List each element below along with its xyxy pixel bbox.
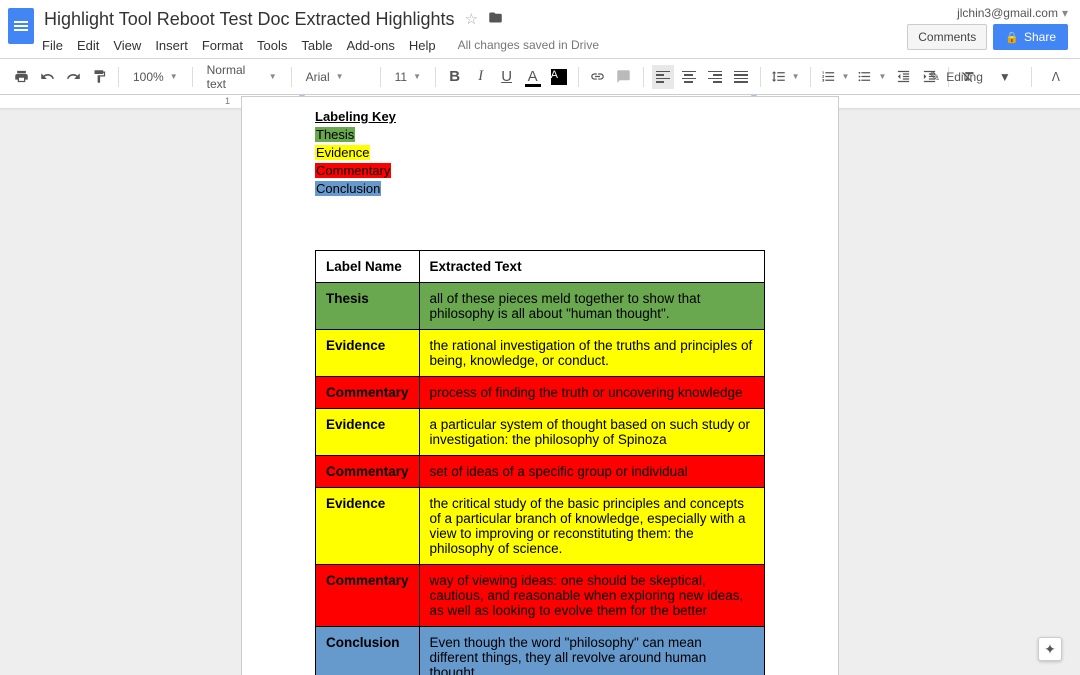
collapse-toolbar-button[interactable]: ᐱ — [1044, 66, 1068, 88]
key-label: Commentary — [315, 163, 391, 178]
chevron-down-icon: ▼ — [878, 72, 886, 81]
star-icon[interactable]: ☆ — [465, 10, 478, 28]
table-row: ConclusionEven though the word "philosop… — [316, 627, 765, 675]
row-label: Thesis — [316, 283, 420, 330]
align-left-button[interactable] — [652, 65, 674, 89]
chevron-down-icon: ▼ — [999, 70, 1011, 84]
folder-icon[interactable] — [488, 10, 503, 29]
menu-view[interactable]: View — [113, 38, 141, 53]
undo-icon[interactable] — [36, 65, 58, 89]
explore-button[interactable]: ✦ — [1038, 637, 1062, 661]
table-row: Commentaryprocess of finding the truth o… — [316, 377, 765, 409]
bold-button[interactable]: B — [444, 65, 466, 89]
comments-button[interactable]: Comments — [907, 24, 987, 50]
chevron-down-icon: ▼ — [170, 72, 178, 81]
row-text: Even though the word "philosophy" can me… — [419, 627, 764, 675]
chevron-down-icon: ▼ — [842, 72, 850, 81]
numbered-list-button[interactable]: ▼ — [819, 69, 852, 84]
comment-icon[interactable] — [613, 65, 635, 89]
line-spacing-button[interactable]: ▼ — [769, 69, 802, 84]
print-icon[interactable] — [10, 65, 32, 89]
menu-addons[interactable]: Add-ons — [346, 38, 394, 53]
row-text: way of viewing ideas: one should be skep… — [419, 565, 764, 627]
decrease-indent-button[interactable] — [892, 65, 914, 89]
table-row: Evidencea particular system of thought b… — [316, 409, 765, 456]
bulleted-list-button[interactable]: ▼ — [855, 69, 888, 84]
editing-mode-button[interactable]: ✎ Editing ▼ — [921, 66, 1019, 88]
key-label: Evidence — [315, 145, 370, 160]
paint-format-icon[interactable] — [88, 65, 110, 89]
chevron-down-icon: ▼ — [269, 72, 277, 81]
menu-insert[interactable]: Insert — [155, 38, 188, 53]
table-row: Evidencethe rational investigation of th… — [316, 330, 765, 377]
row-label: Evidence — [316, 330, 420, 377]
table-row: Commentaryset of ideas of a specific gro… — [316, 456, 765, 488]
save-status: All changes saved in Drive — [458, 38, 599, 52]
table-row: Thesisall of these pieces meld together … — [316, 283, 765, 330]
table-row: Commentaryway of viewing ideas: one shou… — [316, 565, 765, 627]
row-text: the rational investigation of the truths… — [419, 330, 764, 377]
row-text: set of ideas of a specific group or indi… — [419, 456, 764, 488]
row-text: the critical study of the basic principl… — [419, 488, 764, 565]
chevron-down-icon: ▼ — [792, 72, 800, 81]
menu-edit[interactable]: Edit — [77, 38, 99, 53]
menu-format[interactable]: Format — [202, 38, 243, 53]
underline-button[interactable]: U — [496, 65, 518, 89]
row-label: Commentary — [316, 565, 420, 627]
row-label: Commentary — [316, 377, 420, 409]
share-button[interactable]: 🔒 Share — [993, 24, 1068, 50]
row-text: all of these pieces meld together to sho… — [419, 283, 764, 330]
redo-icon[interactable] — [62, 65, 84, 89]
doc-title[interactable]: Highlight Tool Reboot Test Doc Extracted… — [42, 9, 455, 30]
table-header-label: Label Name — [316, 251, 420, 283]
font-size-select[interactable]: 11▼ — [389, 70, 427, 84]
key-label: Thesis — [315, 127, 355, 142]
key-label: Conclusion — [315, 181, 381, 196]
table-header-text: Extracted Text — [419, 251, 764, 283]
extracted-highlights-table: Label Name Extracted Text Thesisall of t… — [315, 250, 765, 675]
menu-table[interactable]: Table — [301, 38, 332, 53]
align-justify-button[interactable] — [730, 65, 752, 89]
menu-tools[interactable]: Tools — [257, 38, 287, 53]
chevron-down-icon: ▾ — [1062, 6, 1068, 20]
menu-file[interactable]: File — [42, 38, 63, 53]
chevron-down-icon: ▼ — [413, 72, 421, 81]
document-canvas[interactable]: Labeling Key ThesisEvidenceCommentaryCon… — [0, 96, 1080, 675]
page[interactable]: Labeling Key ThesisEvidenceCommentaryCon… — [241, 96, 839, 675]
pencil-icon: ✎ — [929, 69, 940, 85]
lock-icon: 🔒 — [1005, 31, 1019, 44]
docs-logo[interactable] — [8, 8, 34, 44]
chevron-down-icon: ▼ — [336, 72, 344, 81]
toolbar: 100%▼ Normal text▼ Arial▼ 11▼ B I U A A … — [0, 59, 1080, 95]
labeling-key-title: Labeling Key — [315, 109, 765, 124]
menu-help[interactable]: Help — [409, 38, 436, 53]
account-menu[interactable]: jlchin3@gmail.com▾ — [957, 6, 1068, 20]
row-label: Evidence — [316, 409, 420, 456]
zoom-select[interactable]: 100%▼ — [127, 70, 184, 84]
text-color-button[interactable]: A — [522, 65, 544, 89]
font-select[interactable]: Arial▼ — [300, 70, 372, 84]
row-text: a particular system of thought based on … — [419, 409, 764, 456]
italic-button[interactable]: I — [470, 65, 492, 89]
header-bar: Highlight Tool Reboot Test Doc Extracted… — [0, 0, 1080, 59]
style-select[interactable]: Normal text▼ — [201, 63, 283, 91]
highlight-color-button[interactable]: A — [548, 65, 570, 89]
row-label: Evidence — [316, 488, 420, 565]
link-icon[interactable] — [587, 65, 609, 89]
table-row: Evidencethe critical study of the basic … — [316, 488, 765, 565]
align-right-button[interactable] — [704, 65, 726, 89]
row-label: Commentary — [316, 456, 420, 488]
row-text: process of finding the truth or uncoveri… — [419, 377, 764, 409]
align-center-button[interactable] — [678, 65, 700, 89]
row-label: Conclusion — [316, 627, 420, 675]
